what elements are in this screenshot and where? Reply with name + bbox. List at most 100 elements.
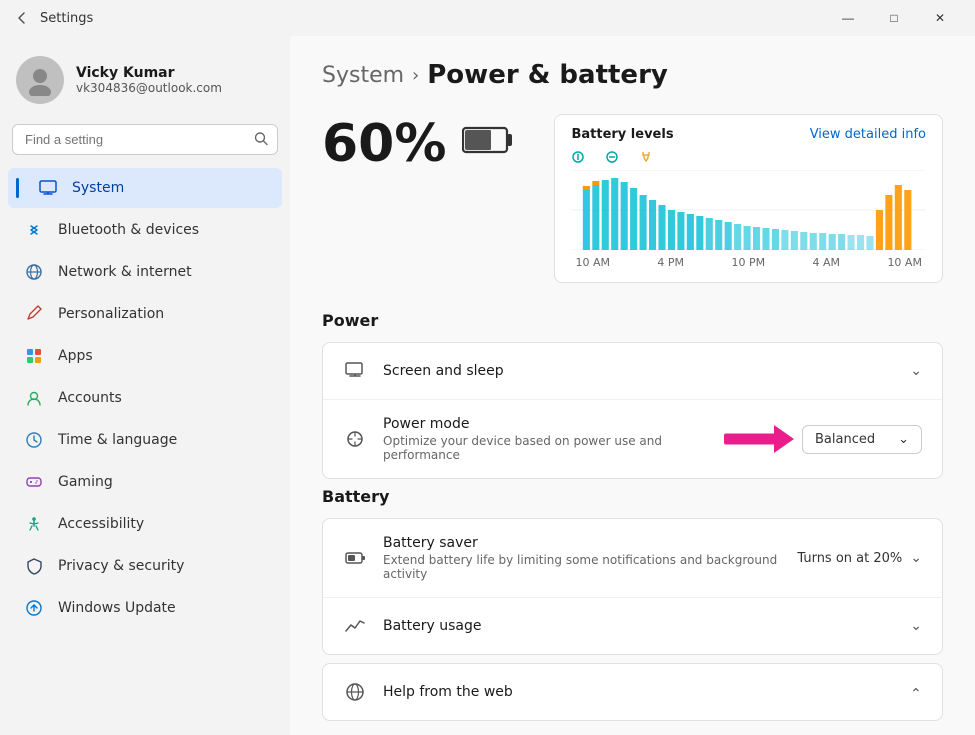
chart-label-3: 10 PM: [731, 256, 765, 269]
battery-saver-right: Turns on at 20% ⌄: [797, 550, 922, 566]
nav-label-apps: Apps: [58, 348, 93, 364]
screen-sleep-right: ⌄: [910, 363, 922, 379]
chart-x-labels: 10 AM 4 PM 10 PM 4 AM 10 AM: [571, 256, 926, 269]
power-mode-row[interactable]: Power mode Optimize your device based on…: [323, 399, 942, 478]
battery-card: Battery saver Extend battery life by lim…: [322, 518, 943, 655]
screen-sleep-chevron: ⌄: [910, 363, 922, 379]
minimize-button[interactable]: —: [825, 0, 871, 36]
personalization-icon: [24, 304, 44, 324]
chart-icon-discharge: [571, 150, 585, 164]
battery-section-label: Battery: [322, 487, 943, 506]
battery-usage-icon: [343, 614, 367, 638]
power-card: Screen and sleep ⌄ Power m: [322, 342, 943, 479]
power-mode-dropdown[interactable]: Balanced ⌄: [802, 425, 922, 454]
close-button[interactable]: ✕: [917, 0, 963, 36]
battery-chart-svg: [571, 170, 926, 250]
power-mode-subtitle: Optimize your device based on power use …: [383, 434, 708, 462]
battery-saver-text: Battery saver Extend battery life by lim…: [383, 535, 781, 581]
nav-label-bluetooth: Bluetooth & devices: [58, 222, 199, 238]
breadcrumb-parent[interactable]: System: [322, 63, 404, 88]
power-mode-value: Balanced: [815, 432, 875, 447]
battery-saver-row[interactable]: Battery saver Extend battery life by lim…: [323, 519, 942, 597]
help-web-row[interactable]: Help from the web ⌄: [323, 664, 942, 720]
nav-item-apps[interactable]: Apps: [8, 336, 282, 376]
titlebar-title: Settings: [40, 11, 817, 26]
battery-percent-area: 60%: [322, 114, 514, 174]
nav-item-windows-update[interactable]: Windows Update: [8, 588, 282, 628]
search-input[interactable]: [12, 124, 278, 155]
search-box[interactable]: [12, 124, 278, 155]
battery-icon: [462, 121, 514, 167]
user-info: Vicky Kumar vk304836@outlook.com: [76, 65, 222, 95]
chart-title: Battery levels: [571, 127, 673, 142]
chart-label-1: 10 AM: [575, 256, 610, 269]
user-profile[interactable]: Vicky Kumar vk304836@outlook.com: [0, 44, 290, 124]
gaming-icon: [24, 472, 44, 492]
battery-saver-chevron: ⌄: [910, 550, 922, 566]
nav-item-bluetooth[interactable]: Bluetooth & devices: [8, 210, 282, 250]
power-mode-text: Power mode Optimize your device based on…: [383, 416, 708, 462]
help-web-text: Help from the web: [383, 684, 894, 700]
chart-area: 10 AM 4 PM 10 PM 4 AM 10 AM: [571, 170, 926, 270]
back-button[interactable]: [12, 8, 32, 28]
nav-item-accessibility[interactable]: Accessibility: [8, 504, 282, 544]
nav-item-gaming[interactable]: Gaming: [8, 462, 282, 502]
power-section-label: Power: [322, 311, 943, 330]
breadcrumb: System › Power & battery: [322, 60, 943, 90]
nav-item-accounts[interactable]: Accounts: [8, 378, 282, 418]
app-body: Vicky Kumar vk304836@outlook.com: [0, 36, 975, 735]
power-mode-right: Balanced ⌄: [724, 425, 922, 454]
avatar: [16, 56, 64, 104]
content-inner: System › Power & battery 60%: [290, 36, 975, 735]
help-web-right: ⌄: [910, 684, 922, 700]
maximize-button[interactable]: □: [871, 0, 917, 36]
chart-icon-plug: [639, 150, 653, 164]
user-name: Vicky Kumar: [76, 65, 222, 81]
chart-label-4: 4 AM: [813, 256, 841, 269]
screen-sleep-icon: [343, 359, 367, 383]
user-email: vk304836@outlook.com: [76, 81, 222, 95]
nav-label-accounts: Accounts: [58, 390, 122, 406]
dropdown-chevron: ⌄: [898, 432, 909, 447]
time-icon: [24, 430, 44, 450]
accounts-icon: [24, 388, 44, 408]
chart-icons-row: [571, 150, 926, 164]
nav-item-personalization[interactable]: Personalization: [8, 294, 282, 334]
accessibility-icon: [24, 514, 44, 534]
help-web-icon: [343, 680, 367, 704]
nav-label-gaming: Gaming: [58, 474, 113, 490]
battery-usage-text: Battery usage: [383, 618, 894, 634]
nav-label-network: Network & internet: [58, 264, 192, 280]
nav-label-personalization: Personalization: [58, 306, 164, 322]
chart-label-5: 10 AM: [887, 256, 922, 269]
nav-label-windows-update: Windows Update: [58, 600, 176, 616]
battery-overview: 60%: [322, 114, 943, 283]
battery-percentage: 60%: [322, 114, 446, 174]
view-detailed-link[interactable]: View detailed info: [810, 127, 926, 142]
network-icon: [24, 262, 44, 282]
breadcrumb-separator: ›: [412, 65, 419, 86]
window-controls: — □ ✕: [825, 0, 963, 36]
chart-icon-charge: [605, 150, 619, 164]
windows-update-icon: [24, 598, 44, 618]
screen-sleep-row[interactable]: Screen and sleep ⌄: [323, 343, 942, 399]
nav-item-network[interactable]: Network & internet: [8, 252, 282, 292]
nav-label-accessibility: Accessibility: [58, 516, 144, 532]
search-icon: [254, 131, 268, 148]
screen-sleep-title: Screen and sleep: [383, 363, 894, 379]
help-card: Help from the web ⌄: [322, 663, 943, 721]
pink-arrow-annotation: [724, 426, 794, 452]
titlebar: Settings — □ ✕: [0, 0, 975, 36]
nav-label-time: Time & language: [58, 432, 177, 448]
nav-item-system[interactable]: System: [8, 168, 282, 208]
breadcrumb-current: Power & battery: [427, 60, 668, 90]
nav-item-time[interactable]: Time & language: [8, 420, 282, 460]
help-web-title: Help from the web: [383, 684, 894, 700]
battery-saver-title: Battery saver: [383, 535, 781, 551]
nav-item-privacy[interactable]: Privacy & security: [8, 546, 282, 586]
battery-usage-row[interactable]: Battery usage ⌄: [323, 597, 942, 654]
screen-sleep-text: Screen and sleep: [383, 363, 894, 379]
help-web-chevron: ⌄: [910, 684, 922, 700]
battery-saver-subtitle: Extend battery life by limiting some not…: [383, 553, 781, 581]
battery-usage-title: Battery usage: [383, 618, 894, 634]
